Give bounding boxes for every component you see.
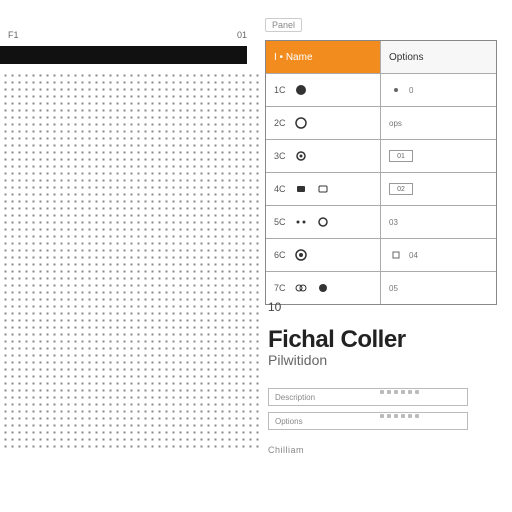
number-label: 10 — [268, 300, 281, 314]
dot-indicator — [380, 414, 419, 418]
row-val: 03 — [389, 218, 398, 227]
gear-icon — [294, 149, 308, 163]
table-row[interactable]: 4C 02 — [266, 173, 496, 206]
row-val: 04 — [409, 251, 418, 260]
row-val: 02 — [389, 183, 413, 195]
header-options-cell[interactable]: Options — [381, 41, 496, 73]
square-icon — [389, 248, 403, 262]
table-row[interactable]: 5C 03 — [266, 206, 496, 239]
table-row[interactable]: 3C 01 — [266, 140, 496, 173]
header-name-label: I • Name — [274, 52, 313, 63]
footer-text: Chilliam — [268, 445, 304, 455]
page-title: Fichal Coller — [268, 326, 406, 354]
table-header-row: I • Name Options — [266, 41, 496, 74]
row-val: ops — [389, 119, 402, 128]
row-val: 05 — [389, 284, 398, 293]
rect-icon — [294, 182, 308, 196]
row-code: 1C — [274, 85, 286, 95]
description-input[interactable]: Description — [268, 388, 468, 406]
dots-icon — [294, 215, 308, 229]
row-code: 5C — [274, 217, 286, 227]
options-input[interactable]: Options — [268, 412, 468, 430]
row-code: 2C — [274, 118, 286, 128]
circle-solid-icon — [316, 281, 330, 295]
table-row[interactable]: 6C 04 — [266, 239, 496, 272]
rect-icon — [316, 182, 330, 196]
circles-icon — [294, 281, 308, 295]
dot-grid-canvas[interactable] — [0, 70, 260, 450]
circle-solid-icon — [294, 83, 308, 97]
row-val: 0 — [409, 86, 413, 95]
dot-indicator — [380, 390, 419, 394]
black-header-bar — [0, 46, 247, 64]
row-code: 7C — [274, 283, 286, 293]
circle-dot-icon — [294, 248, 308, 262]
circle-outline-icon — [316, 215, 330, 229]
left-header-num: 01 — [237, 30, 247, 40]
options-table: I • Name Options 1C 0 2C ops 3C 01 4C — [265, 40, 497, 305]
row-code: 3C — [274, 151, 286, 161]
header-name-cell[interactable]: I • Name — [266, 41, 381, 73]
row-code: 4C — [274, 184, 286, 194]
left-header-code: F1 — [8, 30, 19, 40]
row-val: 01 — [389, 150, 413, 162]
header-options-label: Options — [389, 52, 423, 63]
page-subtitle: Pilwitidon — [268, 352, 406, 368]
table-row[interactable]: 7C 05 — [266, 272, 496, 304]
circle-outline-icon — [294, 116, 308, 130]
table-row[interactable]: 1C 0 — [266, 74, 496, 107]
top-badge: Panel — [265, 18, 302, 32]
row-code: 6C — [274, 250, 286, 260]
table-row[interactable]: 2C ops — [266, 107, 496, 140]
dot-icon — [389, 83, 403, 97]
